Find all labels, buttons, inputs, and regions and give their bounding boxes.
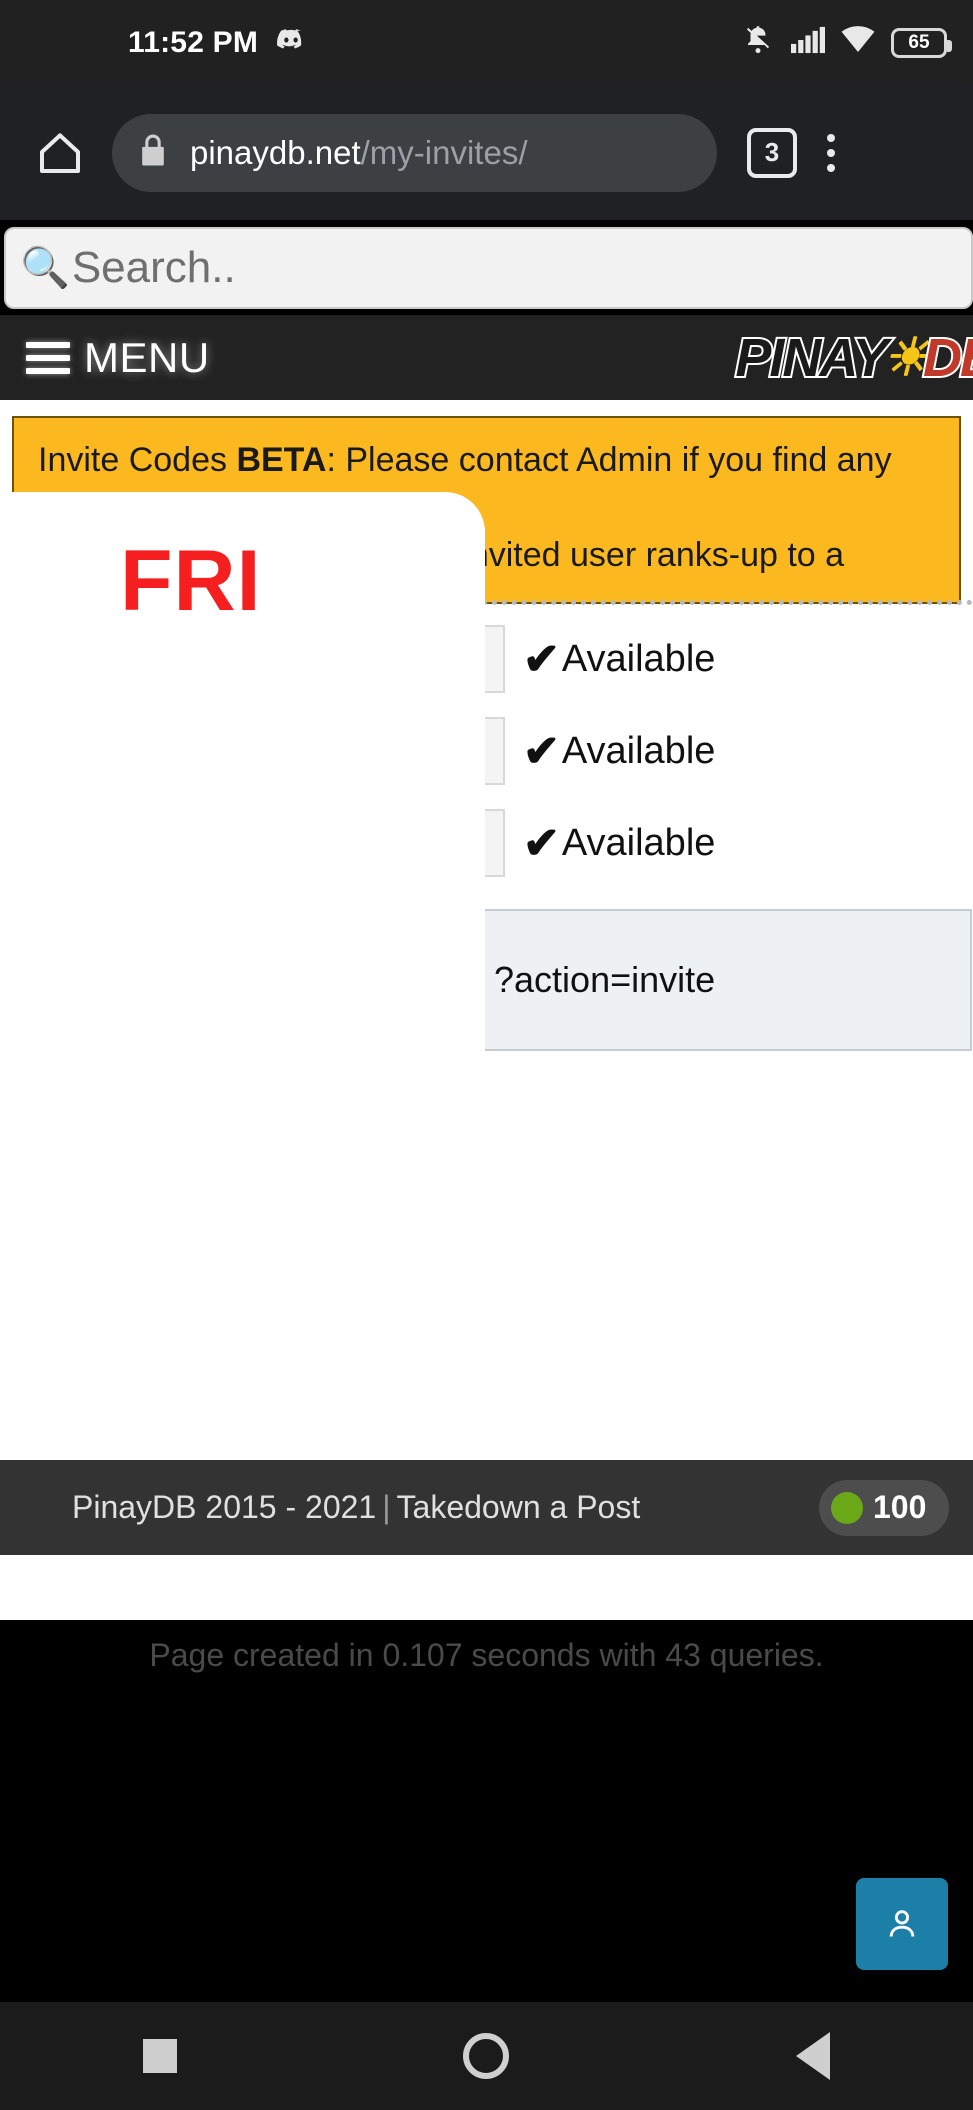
status-label: Available — [561, 729, 716, 772]
tab-switcher-button[interactable]: 3 — [747, 127, 797, 178]
status-bar-right: 65 — [741, 25, 952, 60]
menu-button[interactable]: MENU — [26, 334, 210, 382]
invite-link-field[interactable]: ?action=invite — [482, 909, 972, 1051]
status-badge: ✔ Available — [523, 818, 715, 869]
tab-count-label: 3 — [764, 137, 780, 167]
search-placeholder: Search.. — [71, 242, 236, 292]
sun-icon: ☀ — [882, 328, 929, 387]
status-badge: ✔ Available — [523, 726, 715, 777]
home-circle-icon[interactable] — [463, 2033, 510, 2079]
status-bar-left: 11:52 PM — [128, 26, 306, 60]
page-generation-stat: Page created in 0.107 seconds with 43 qu… — [149, 1636, 824, 1673]
android-navigation-bar — [0, 2002, 973, 2110]
check-icon: ✔ — [523, 818, 560, 868]
online-counter-badge[interactable]: 100 — [819, 1479, 949, 1536]
footer-text: PinayDB 2015 - 2021 | Takedown a Post — [72, 1489, 640, 1526]
day-overlay-card: FRI — [0, 492, 485, 1392]
url-domain: pinaydb.net — [190, 133, 361, 171]
status-label: Available — [561, 821, 716, 864]
magnifying-glass-icon: 🔍 — [20, 245, 70, 290]
cellular-signal-icon — [791, 26, 825, 59]
overflow-menu-icon[interactable] — [827, 133, 835, 172]
web-page-viewport: 🔍 Search.. MENU PINAY☀DB Invite Codes BE… — [0, 220, 973, 1620]
back-icon[interactable] — [795, 2032, 830, 2080]
battery-level: 65 — [908, 32, 930, 53]
dotted-divider — [482, 600, 973, 605]
site-footer: PinayDB 2015 - 2021 | Takedown a Post 100 — [0, 1460, 973, 1555]
logo-text-pinay: PINAY — [733, 326, 890, 390]
status-badge: ✔ Available — [523, 634, 715, 685]
address-bar[interactable]: pinaydb.net/my-invites/ — [112, 113, 717, 192]
status-bar: 11:52 PM 65 — [0, 0, 973, 85]
site-search-bar-container: 🔍 Search.. — [0, 220, 973, 315]
footer-copyright: PinayDB 2015 - 2021 — [72, 1489, 377, 1525]
footer-separator: | — [382, 1489, 391, 1525]
site-logo[interactable]: PINAY☀DB — [733, 326, 973, 390]
search-input[interactable]: 🔍 Search.. — [4, 226, 973, 309]
online-status-dot — [831, 1491, 863, 1524]
takedown-link[interactable]: Takedown a Post — [397, 1489, 641, 1525]
phone-screen: 11:52 PM 65 pinaydb.net/my-invites/ 3 🔍 … — [0, 0, 973, 2110]
logo-text-db: DB — [921, 326, 973, 390]
notice-beta-label: BETA — [236, 441, 327, 479]
discord-icon — [276, 28, 306, 57]
vibrate-off-icon — [741, 25, 775, 60]
url-path: /my-invites/ — [360, 133, 528, 171]
online-counter-value: 100 — [873, 1489, 927, 1525]
check-icon: ✔ — [523, 726, 560, 776]
wifi-icon — [841, 26, 875, 59]
user-icon — [889, 1910, 915, 1937]
hamburger-icon — [26, 341, 70, 374]
menu-label: MENU — [84, 333, 210, 381]
site-header: MENU PINAY☀DB — [0, 315, 973, 400]
battery-indicator: 65 — [891, 27, 952, 58]
account-fab-button[interactable] — [856, 1878, 948, 1970]
home-button[interactable] — [30, 129, 90, 177]
day-label: FRI — [120, 533, 262, 629]
address-bar-url: pinaydb.net/my-invites/ — [190, 134, 528, 172]
status-label: Available — [561, 637, 716, 680]
lock-icon — [138, 133, 168, 172]
recent-apps-icon[interactable] — [143, 2039, 178, 2073]
check-icon: ✔ — [523, 634, 560, 684]
status-bar-clock: 11:52 PM — [128, 25, 259, 59]
browser-toolbar: pinaydb.net/my-invites/ 3 — [0, 85, 973, 220]
